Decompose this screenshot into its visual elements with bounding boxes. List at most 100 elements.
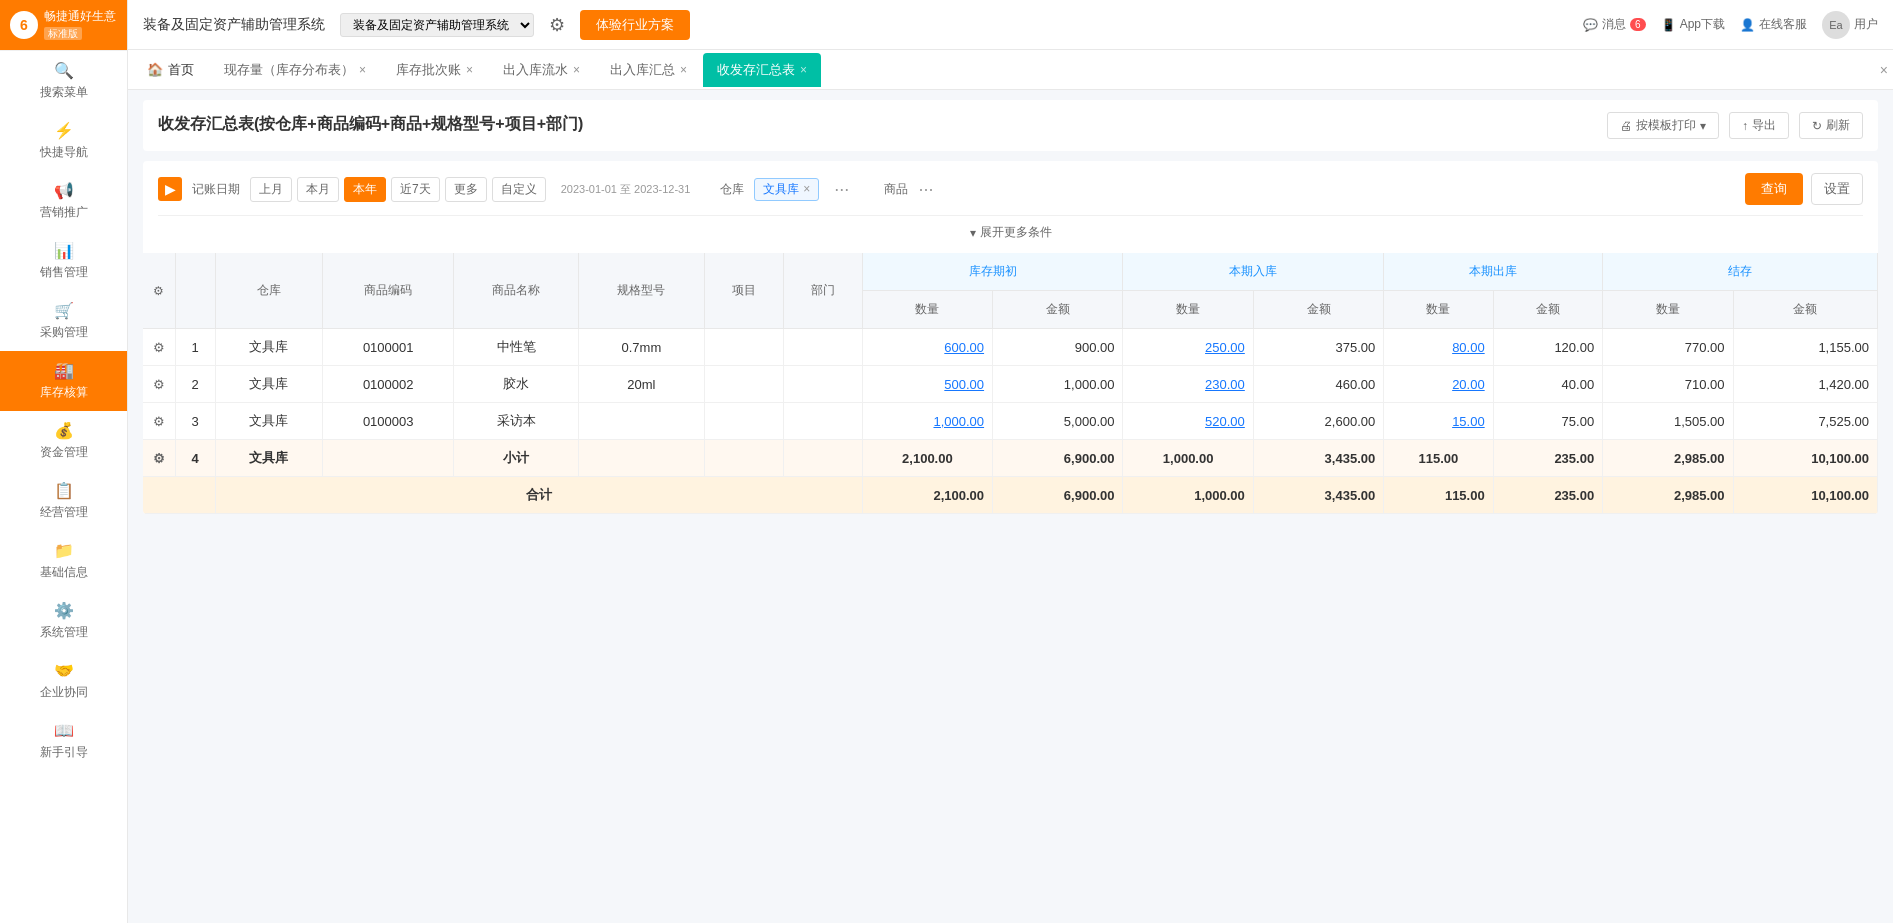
online-service-group[interactable]: 👤 在线客服	[1740, 16, 1807, 33]
sidebar-item-sales[interactable]: 📊 销售管理	[0, 231, 127, 291]
table-cell: 900.00	[993, 329, 1123, 366]
tab-stock-dist-close[interactable]: ×	[359, 63, 366, 77]
sidebar-item-business[interactable]: 📋 经营管理	[0, 471, 127, 531]
link-value[interactable]: 20.00	[1452, 377, 1485, 392]
setting-btn[interactable]: 设置	[1811, 173, 1863, 205]
table-cell[interactable]: 230.00	[1123, 366, 1253, 403]
main-table: ⚙ 仓库 商品编码 商品名称 规格型号 项目 部门 库存期初 本期入库 本期出库…	[143, 253, 1878, 514]
table-cell: 20ml	[579, 366, 704, 403]
message-icon: 💬	[1583, 18, 1598, 32]
tab-flow-close[interactable]: ×	[573, 63, 580, 77]
link-value[interactable]: 15.00	[1452, 414, 1485, 429]
link-value[interactable]: 1,000.00	[933, 414, 984, 429]
filter-collapse-btn[interactable]: ▶	[158, 177, 182, 201]
footer-opening-amt: 6,900.00	[993, 477, 1123, 514]
table-cell: ⚙	[143, 366, 175, 403]
print-btn[interactable]: 🖨 按模板打印 ▾	[1607, 112, 1719, 139]
refresh-btn[interactable]: ↻ 刷新	[1799, 112, 1863, 139]
tab-batch-close[interactable]: ×	[466, 63, 473, 77]
tab-home[interactable]: 🏠 首页	[133, 53, 208, 87]
marketing-icon: 📢	[54, 181, 74, 200]
tab-recv-summary-close[interactable]: ×	[800, 63, 807, 77]
table-cell	[704, 403, 783, 440]
table-cell[interactable]: 20.00	[1384, 366, 1493, 403]
table-cell[interactable]: 80.00	[1384, 329, 1493, 366]
tab-recv-summary[interactable]: 收发存汇总表 ×	[703, 53, 821, 87]
table-cell: 文具库	[215, 403, 323, 440]
sidebar-item-quick[interactable]: ⚡ 快捷导航	[0, 111, 127, 171]
tab-stock-dist[interactable]: 现存量（库存分布表） ×	[210, 53, 380, 87]
date-btn-7days[interactable]: 近7天	[391, 177, 440, 202]
app-download-group[interactable]: 📱 App下载	[1661, 16, 1725, 33]
tab-summary-io[interactable]: 出入库汇总 ×	[596, 53, 701, 87]
expand-more-btn[interactable]: ▾ 展开更多条件	[970, 224, 1052, 241]
tab-recv-summary-label: 收发存汇总表	[717, 61, 795, 79]
table-cell	[579, 440, 704, 477]
table-cell: 4	[175, 440, 215, 477]
link-value[interactable]: 230.00	[1205, 377, 1245, 392]
row-settings-icon[interactable]: ⚙	[153, 451, 165, 466]
tab-bar-close[interactable]: ×	[1880, 62, 1888, 78]
table-cell	[783, 366, 862, 403]
sidebar-item-enterprise[interactable]: 🤝 企业协同	[0, 651, 127, 711]
footer-opening-qty: 2,100.00	[862, 477, 992, 514]
export-btn-label: 导出	[1752, 117, 1776, 134]
th-name: 商品名称	[453, 253, 578, 329]
table-cell: 40.00	[1493, 366, 1602, 403]
date-btn-last-month[interactable]: 上月	[250, 177, 292, 202]
table-cell	[704, 329, 783, 366]
table-cell: 7,525.00	[1733, 403, 1877, 440]
warehouse-filter-tag: 文具库 ×	[754, 178, 819, 201]
row-settings-icon[interactable]: ⚙	[153, 414, 165, 429]
table-cell[interactable]: 520.00	[1123, 403, 1253, 440]
table-cell[interactable]: 500.00	[862, 366, 992, 403]
gear-icon[interactable]: ⚙	[549, 14, 565, 36]
table-cell[interactable]: 15.00	[1384, 403, 1493, 440]
table-cell	[783, 329, 862, 366]
sidebar-item-system[interactable]: ⚙️ 系统管理	[0, 591, 127, 651]
sidebar-item-newbie[interactable]: 📖 新手引导	[0, 711, 127, 771]
table-cell: 0100001	[323, 329, 453, 366]
message-group[interactable]: 💬 消息 6	[1583, 16, 1646, 33]
sidebar-item-purchase[interactable]: 🛒 采购管理	[0, 291, 127, 351]
th-settings[interactable]: ⚙	[143, 253, 175, 329]
date-btn-this-year[interactable]: 本年	[344, 177, 386, 202]
goods-more-btn[interactable]: ···	[918, 179, 933, 200]
query-btn[interactable]: 查询	[1745, 173, 1803, 205]
table-cell[interactable]: 250.00	[1123, 329, 1253, 366]
tab-flow[interactable]: 出入库流水 ×	[489, 53, 594, 87]
link-value[interactable]: 500.00	[944, 377, 984, 392]
sidebar-item-finance[interactable]: 💰 资金管理	[0, 411, 127, 471]
purchase-icon: 🛒	[54, 301, 74, 320]
tab-batch-label: 库存批次账	[396, 61, 461, 79]
date-btn-custom[interactable]: 自定义	[492, 177, 546, 202]
tab-summary-io-close[interactable]: ×	[680, 63, 687, 77]
date-btn-more[interactable]: 更多	[445, 177, 487, 202]
table-cell: ⚙	[143, 440, 175, 477]
sidebar-item-search[interactable]: 🔍 搜索菜单	[0, 50, 127, 111]
sidebar-item-inventory[interactable]: 🏭 库存核算	[0, 351, 127, 411]
system-selector[interactable]: 装备及固定资产辅助管理系统	[340, 13, 534, 37]
table-cell[interactable]: 600.00	[862, 329, 992, 366]
warehouse-more-btn[interactable]: ···	[829, 179, 854, 200]
experience-btn[interactable]: 体验行业方案	[580, 10, 690, 40]
link-value[interactable]: 600.00	[944, 340, 984, 355]
link-value[interactable]: 80.00	[1452, 340, 1485, 355]
sidebar-item-marketing[interactable]: 📢 营销推广	[0, 171, 127, 231]
user-group[interactable]: Ea 用户	[1822, 11, 1878, 39]
row-settings-icon[interactable]: ⚙	[153, 340, 165, 355]
export-btn[interactable]: ↑ 导出	[1729, 112, 1789, 139]
app-name: 畅捷通好生意	[44, 9, 116, 25]
row-settings-icon[interactable]: ⚙	[153, 377, 165, 392]
link-value[interactable]: 520.00	[1205, 414, 1245, 429]
tab-batch[interactable]: 库存批次账 ×	[382, 53, 487, 87]
date-btn-this-month[interactable]: 本月	[297, 177, 339, 202]
table-cell: 1,000.00	[993, 366, 1123, 403]
warehouse-tag-remove[interactable]: ×	[803, 182, 810, 196]
table-cell[interactable]: 1,000.00	[862, 403, 992, 440]
system-title: 装备及固定资产辅助管理系统	[143, 16, 325, 34]
sidebar-item-basic[interactable]: 📁 基础信息	[0, 531, 127, 591]
link-value[interactable]: 250.00	[1205, 340, 1245, 355]
logo-area: 6 畅捷通好生意 标准版	[0, 0, 127, 50]
table-cell: 3,435.00	[1253, 440, 1383, 477]
